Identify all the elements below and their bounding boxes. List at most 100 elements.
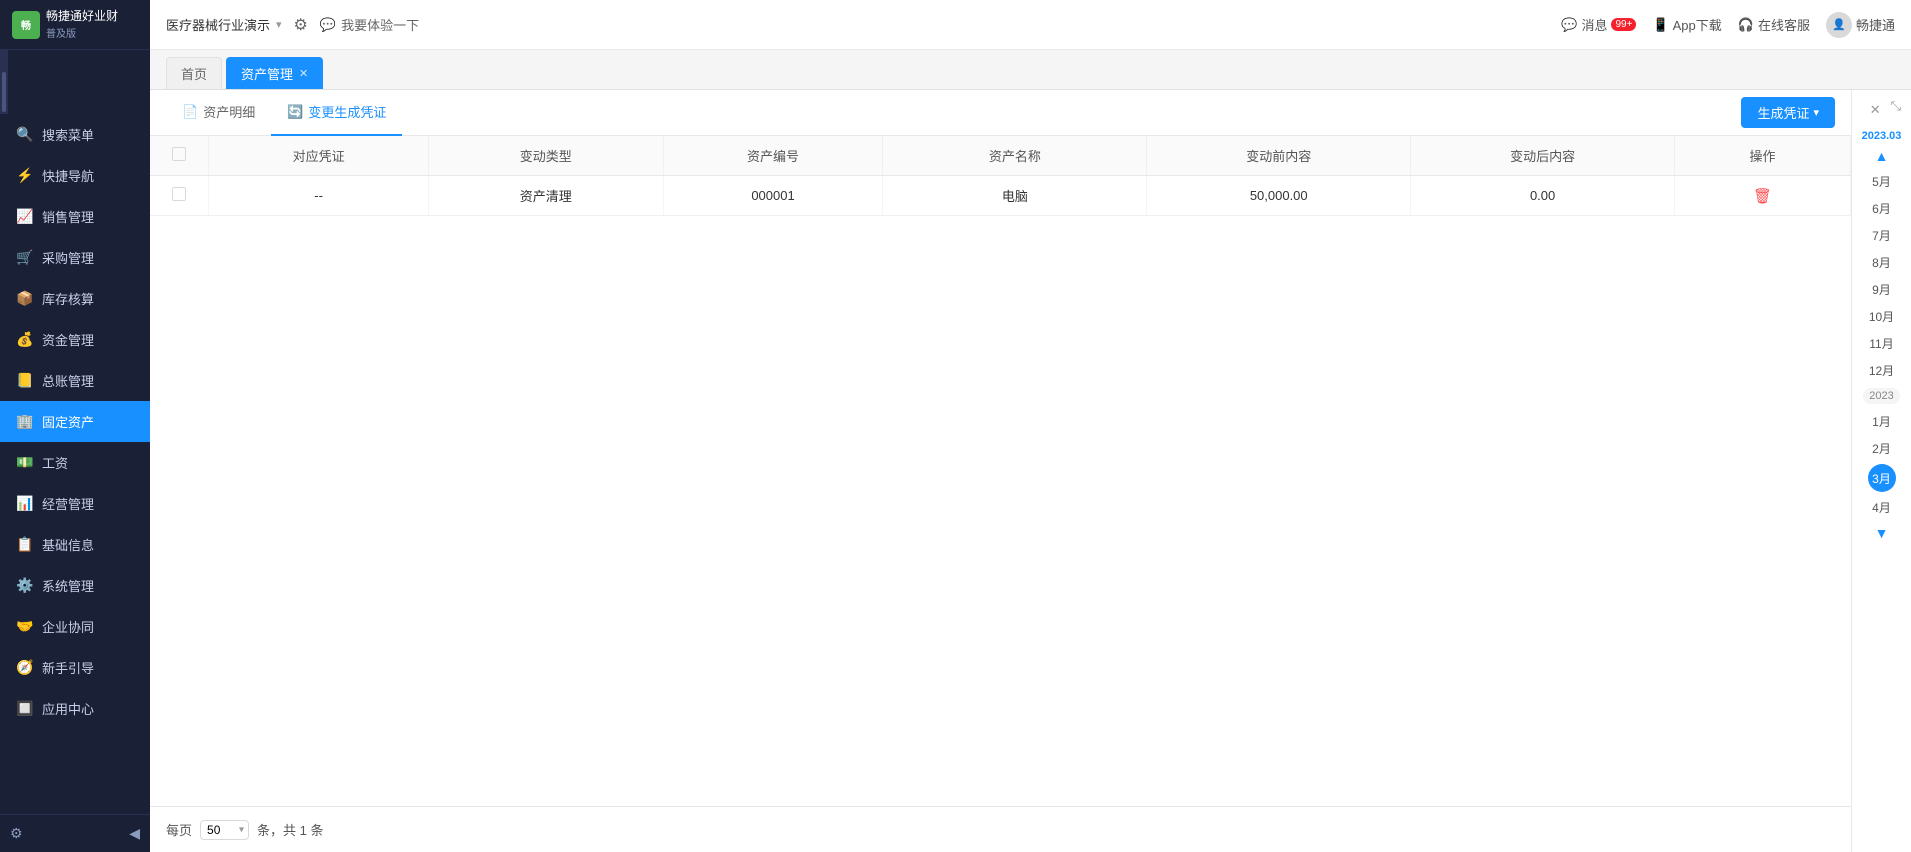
feedback-icon: 💬 (320, 17, 336, 33)
month-feb-2023[interactable]: 2月 (1852, 435, 1911, 462)
topbar-right: 💬 消息 99+ 📱 App下载 🎧 在线客服 👤 畅捷通 (1561, 12, 1895, 38)
right-panel-close-icon[interactable]: ✕ (1870, 102, 1887, 118)
month-jan-2023[interactable]: 1月 (1852, 408, 1911, 435)
sidebar-item-basic-info[interactable]: 📋 基础信息 (0, 524, 150, 565)
customer-service-icon: 🎧 (1738, 17, 1754, 33)
inner-tab-change-voucher-label: 变更生成凭证 (308, 102, 386, 121)
logo-icon: 畅 (12, 11, 40, 39)
user-menu[interactable]: 👤 畅捷通 (1826, 12, 1895, 38)
message-button[interactable]: 💬 消息 99+ (1561, 15, 1636, 34)
customer-service-button[interactable]: 🎧 在线客服 (1738, 15, 1810, 34)
sidebar-item-operations[interactable]: 📊 经营管理 (0, 483, 150, 524)
row-asset-code: 000001 (663, 176, 883, 216)
total-count-label: 条，共 1 条 (257, 820, 323, 839)
sidebar-label-quicknav: 快捷导航 (42, 166, 94, 185)
sidebar-item-purchase[interactable]: 🛒 采购管理 (0, 237, 150, 278)
tab-home[interactable]: 首页 (166, 57, 222, 89)
inner-tab-asset-detail[interactable]: 📄 资产明细 (166, 90, 271, 136)
purchase-icon: 🛒 (16, 249, 34, 267)
sidebar-label-ledger: 总账管理 (42, 371, 94, 390)
sidebar-item-collab[interactable]: 🤝 企业协同 (0, 606, 150, 647)
month-aug[interactable]: 8月 (1852, 249, 1911, 276)
month-dec[interactable]: 12月 (1852, 357, 1911, 384)
sidebar-label-search: 搜索菜单 (42, 125, 94, 144)
sidebar-item-apps[interactable]: 🔲 应用中心 (0, 688, 150, 729)
payroll-icon: 💵 (16, 454, 34, 472)
feedback-button[interactable]: 💬 我要体验一下 (320, 15, 419, 34)
message-badge: 99+ (1611, 18, 1636, 31)
month-mar-2023[interactable]: 3月 (1868, 464, 1896, 492)
month-oct[interactable]: 10月 (1852, 303, 1911, 330)
right-panel: ✕ ⤡ 2023.03 ▲ 5月 6月 7月 8月 9月 10月 11月 12月… (1851, 90, 1911, 852)
right-panel-expand-icon[interactable]: ⤡ (1891, 98, 1907, 114)
sidebar-label-operations: 经营管理 (42, 494, 94, 513)
sidebar-label-inventory: 库存核算 (42, 289, 94, 308)
tab-asset-mgmt[interactable]: 资产管理 ✕ (226, 57, 323, 89)
year-2023-label: 2023 (1863, 388, 1899, 404)
operations-icon: 📊 (16, 495, 34, 513)
generate-btn-arrow-icon: ▾ (1813, 106, 1819, 119)
sidebar-label-finance: 资金管理 (42, 330, 94, 349)
main-area: 医疗器械行业演示 ▾ ⚙ 💬 我要体验一下 💬 消息 99+ 📱 App下载 🎧… (150, 0, 1911, 852)
sales-icon: 📈 (16, 208, 34, 226)
col-header-name: 资产名称 (883, 136, 1147, 176)
col-header-check (150, 136, 209, 176)
row-voucher: -- (209, 176, 429, 216)
sidebar-item-inventory[interactable]: 📦 库存核算 (0, 278, 150, 319)
sidebar-label-system: 系统管理 (42, 576, 94, 595)
change-voucher-table: 对应凭证 变动类型 资产编号 资产名称 变动前内容 变动后内容 操作 (150, 136, 1851, 216)
avatar: 👤 (1826, 12, 1852, 38)
select-all-checkbox[interactable] (172, 147, 186, 161)
table-wrap: 对应凭证 变动类型 资产编号 资产名称 变动前内容 变动后内容 操作 (150, 136, 1851, 806)
month-apr-2023[interactable]: 4月 (1852, 494, 1911, 521)
message-label: 消息 (1581, 15, 1607, 34)
month-nov[interactable]: 11月 (1852, 330, 1911, 357)
sidebar-label-basic-info: 基础信息 (42, 535, 94, 554)
month-jul[interactable]: 7月 (1852, 222, 1911, 249)
sidebar-item-finance[interactable]: 💰 资金管理 (0, 319, 150, 360)
sidebar-item-sales[interactable]: 📈 销售管理 (0, 196, 150, 237)
sidebar-label-payroll: 工资 (42, 453, 68, 472)
per-page-label: 每页 (166, 820, 192, 839)
sidebar-item-search[interactable]: 🔍 搜索菜单 (0, 114, 150, 155)
sidebar-item-system[interactable]: ⚙️ 系统管理 (0, 565, 150, 606)
collab-icon: 🤝 (16, 618, 34, 636)
col-header-before: 变动前内容 (1147, 136, 1411, 176)
topbar-settings-icon[interactable]: ⚙ (294, 15, 308, 35)
sidebar-item-guide[interactable]: 🧭 新手引导 (0, 647, 150, 688)
tab-asset-mgmt-label: 资产管理 (241, 64, 293, 83)
month-jun[interactable]: 6月 (1852, 195, 1911, 222)
app-download-icon: 📱 (1652, 17, 1668, 33)
sidebar-item-ledger[interactable]: 📒 总账管理 (0, 360, 150, 401)
sidebar-item-payroll[interactable]: 💵 工资 (0, 442, 150, 483)
app-download-label: App下载 (1673, 15, 1722, 34)
delete-row-icon[interactable]: 🗑 (1753, 188, 1772, 205)
col-header-after: 变动后内容 (1411, 136, 1675, 176)
sidebar-scrollbar (0, 50, 8, 114)
inner-tabs: 📄 资产明细 🔄 变更生成凭证 生成凭证 ▾ (150, 90, 1851, 136)
right-panel-scroll-up[interactable]: ▲ (1875, 148, 1889, 164)
row-change-type: 资产清理 (429, 176, 664, 216)
collapse-button[interactable]: ◀ (129, 825, 140, 842)
app-download-button[interactable]: 📱 App下载 (1652, 15, 1721, 34)
month-may[interactable]: 5月 (1852, 168, 1911, 195)
sidebar-item-fixed-assets[interactable]: 🏢 固定资产 (0, 401, 150, 442)
sidebar-menu: 🔍 搜索菜单 ⚡ 快捷导航 📈 销售管理 🛒 采购管理 📦 库存核算 💰 资金管… (0, 114, 150, 814)
month-sep[interactable]: 9月 (1852, 276, 1911, 303)
inner-tab-change-voucher[interactable]: 🔄 变更生成凭证 (271, 90, 402, 136)
topbar: 医疗器械行业演示 ▾ ⚙ 💬 我要体验一下 💬 消息 99+ 📱 App下载 🎧… (150, 0, 1911, 50)
sidebar-item-quicknav[interactable]: ⚡ 快捷导航 (0, 155, 150, 196)
generate-voucher-button[interactable]: 生成凭证 ▾ (1741, 97, 1835, 128)
sidebar: 畅 畅捷通好业财 普及版 🔍 搜索菜单 ⚡ 快捷导航 📈 销售管理 🛒 采购管理… (0, 0, 150, 852)
tab-close-icon[interactable]: ✕ (299, 67, 308, 80)
settings-button[interactable]: ⚙ (10, 825, 23, 842)
right-panel-scroll-down[interactable]: ▼ (1875, 525, 1889, 541)
per-page-select[interactable]: 10 20 50 100 (200, 820, 249, 840)
sidebar-footer: ⚙ ◀ (0, 814, 150, 852)
quicknav-icon: ⚡ (16, 167, 34, 185)
company-selector[interactable]: 医疗器械行业演示 ▾ (166, 15, 282, 34)
inventory-icon: 📦 (16, 290, 34, 308)
username-label: 畅捷通 (1856, 15, 1895, 34)
row-checkbox[interactable] (172, 187, 186, 201)
row-after-content: 0.00 (1411, 176, 1675, 216)
